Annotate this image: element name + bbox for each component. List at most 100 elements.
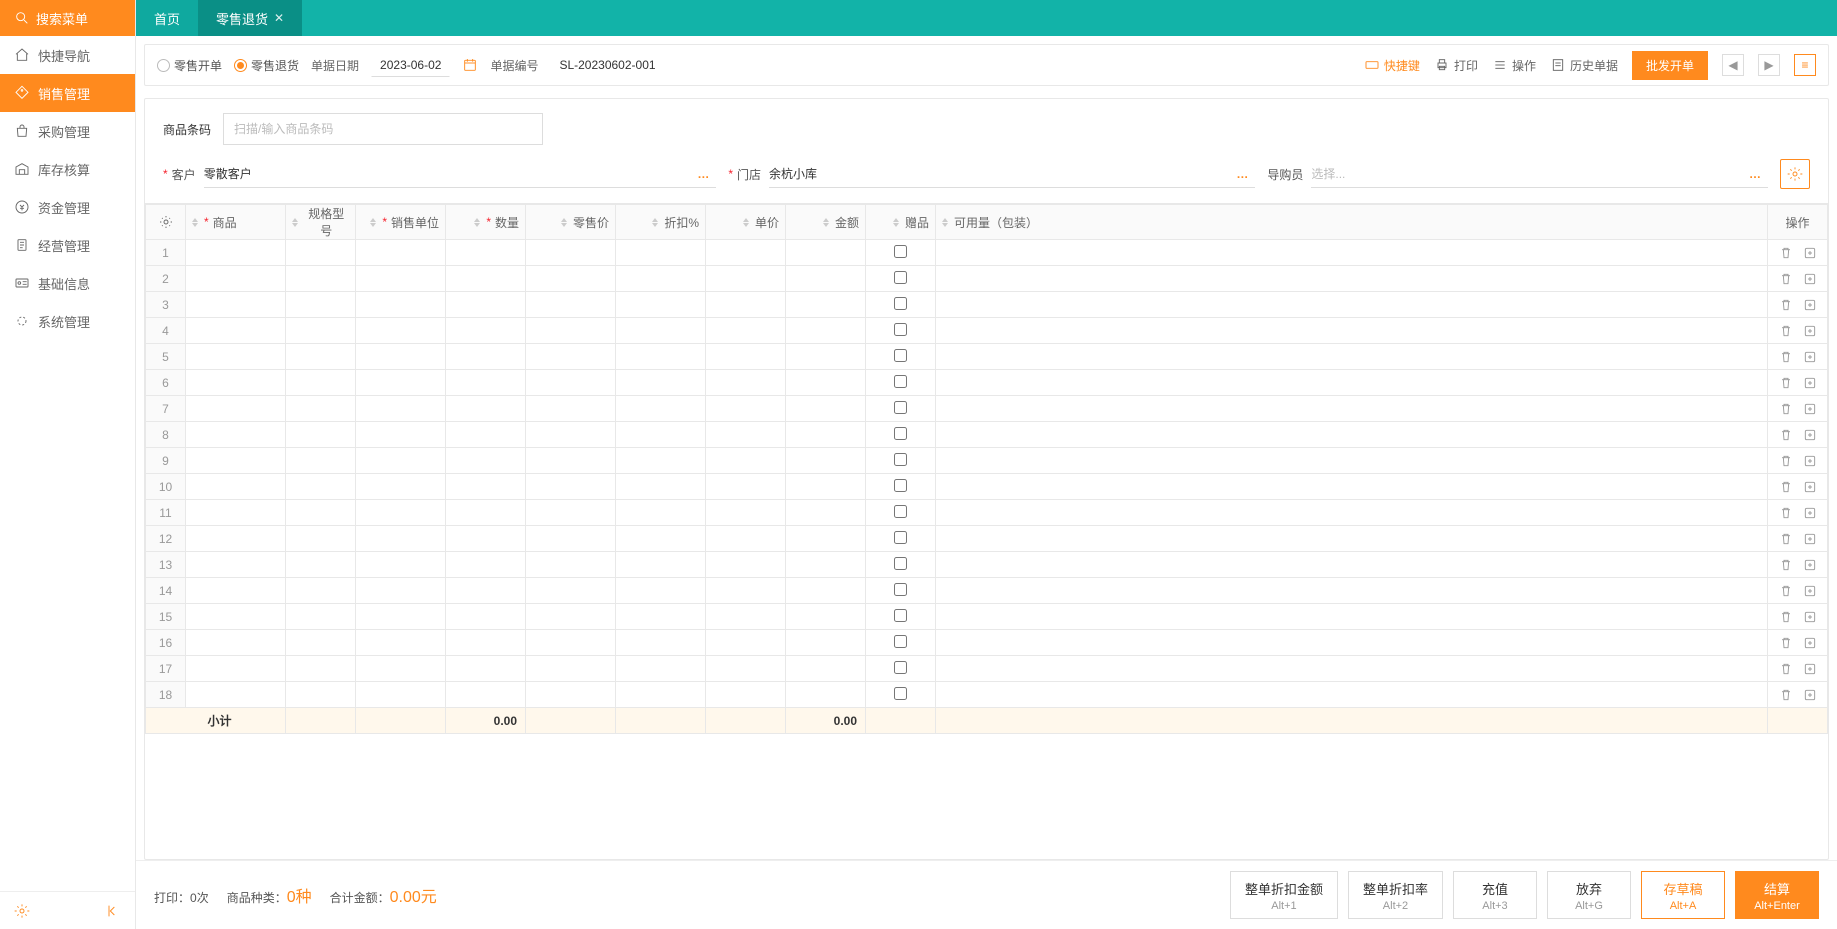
col-sale-unit[interactable]: *销售单位 xyxy=(356,205,446,240)
delete-row-icon[interactable] xyxy=(1778,505,1794,521)
link-shortcut[interactable]: 快捷键 xyxy=(1364,57,1420,74)
table-row[interactable]: 7 xyxy=(146,396,1828,422)
col-gift[interactable]: 赠品 xyxy=(866,205,936,240)
store-picker-icon[interactable]: … xyxy=(1236,167,1249,181)
delete-row-icon[interactable] xyxy=(1778,687,1794,703)
gift-checkbox[interactable] xyxy=(894,531,907,544)
col-avail[interactable]: 可用量（包装） xyxy=(936,205,1768,240)
col-discount[interactable]: 折扣% xyxy=(616,205,706,240)
table-row[interactable]: 18 xyxy=(146,682,1828,708)
sidebar-search[interactable]: 搜索菜单 xyxy=(0,0,135,36)
date-value[interactable]: 2023-06-02 xyxy=(371,53,450,77)
recharge-button[interactable]: 充值Alt+3 xyxy=(1453,871,1537,919)
add-row-icon[interactable] xyxy=(1802,245,1818,261)
add-row-icon[interactable] xyxy=(1802,271,1818,287)
table-row[interactable]: 11 xyxy=(146,500,1828,526)
gift-checkbox[interactable] xyxy=(894,349,907,362)
delete-row-icon[interactable] xyxy=(1778,531,1794,547)
table-row[interactable]: 13 xyxy=(146,552,1828,578)
col-retail-price[interactable]: 零售价 xyxy=(526,205,616,240)
table-row[interactable]: 16 xyxy=(146,630,1828,656)
delete-row-icon[interactable] xyxy=(1778,479,1794,495)
barcode-input[interactable] xyxy=(223,113,543,145)
col-product[interactable]: *商品 xyxy=(186,205,286,240)
gift-checkbox[interactable] xyxy=(894,479,907,492)
delete-row-icon[interactable] xyxy=(1778,375,1794,391)
sidebar-item-operation[interactable]: 经营管理 xyxy=(0,226,135,264)
calendar-icon[interactable] xyxy=(462,57,478,73)
add-row-icon[interactable] xyxy=(1802,687,1818,703)
radio-retail-return[interactable]: 零售退货 xyxy=(234,57,299,74)
col-unit-price[interactable]: 单价 xyxy=(706,205,786,240)
gift-checkbox[interactable] xyxy=(894,427,907,440)
delete-row-icon[interactable] xyxy=(1778,453,1794,469)
delete-row-icon[interactable] xyxy=(1778,323,1794,339)
add-row-icon[interactable] xyxy=(1802,661,1818,677)
discount-rate-button[interactable]: 整单折扣率Alt+2 xyxy=(1348,871,1443,919)
sidebar-item-purchase[interactable]: 采购管理 xyxy=(0,112,135,150)
table-row[interactable]: 4 xyxy=(146,318,1828,344)
gift-checkbox[interactable] xyxy=(894,687,907,700)
gift-checkbox[interactable] xyxy=(894,609,907,622)
table-row[interactable]: 10 xyxy=(146,474,1828,500)
delete-row-icon[interactable] xyxy=(1778,557,1794,573)
gift-checkbox[interactable] xyxy=(894,557,907,570)
col-qty[interactable]: *数量 xyxy=(446,205,526,240)
add-row-icon[interactable] xyxy=(1802,531,1818,547)
add-row-icon[interactable] xyxy=(1802,557,1818,573)
col-amount[interactable]: 金额 xyxy=(786,205,866,240)
add-row-icon[interactable] xyxy=(1802,349,1818,365)
link-operate[interactable]: 操作 xyxy=(1492,57,1536,74)
col-gear[interactable] xyxy=(146,205,186,240)
table-row[interactable]: 8 xyxy=(146,422,1828,448)
delete-row-icon[interactable] xyxy=(1778,297,1794,313)
gift-checkbox[interactable] xyxy=(894,635,907,648)
sidebar-item-sales[interactable]: 销售管理 xyxy=(0,74,135,112)
table-row[interactable]: 12 xyxy=(146,526,1828,552)
add-row-icon[interactable] xyxy=(1802,323,1818,339)
link-print[interactable]: 打印 xyxy=(1434,57,1478,74)
save-draft-button[interactable]: 存草稿Alt+A xyxy=(1641,871,1725,919)
store-value[interactable]: 余杭小库 xyxy=(769,160,1255,188)
gift-checkbox[interactable] xyxy=(894,505,907,518)
add-row-icon[interactable] xyxy=(1802,583,1818,599)
add-row-icon[interactable] xyxy=(1802,375,1818,391)
salesperson-value[interactable]: 选择... xyxy=(1311,160,1768,188)
grid-wrap[interactable]: *商品 规格型号 *销售单位 *数量 零售价 折扣% 单价 金额 赠品 可用量（… xyxy=(145,203,1828,859)
delete-row-icon[interactable] xyxy=(1778,349,1794,365)
gift-checkbox[interactable] xyxy=(894,453,907,466)
table-row[interactable]: 1 xyxy=(146,240,1828,266)
add-row-icon[interactable] xyxy=(1802,609,1818,625)
prev-doc-button[interactable]: ◀ xyxy=(1722,54,1744,76)
delete-row-icon[interactable] xyxy=(1778,271,1794,287)
gear-icon[interactable] xyxy=(14,903,30,919)
link-history[interactable]: 历史单据 xyxy=(1550,57,1618,74)
delete-row-icon[interactable] xyxy=(1778,401,1794,417)
tab-retail-return[interactable]: 零售退货 ✕ xyxy=(198,0,302,36)
gift-checkbox[interactable] xyxy=(894,245,907,258)
gift-checkbox[interactable] xyxy=(894,323,907,336)
sidebar-item-quicknav[interactable]: 快捷导航 xyxy=(0,36,135,74)
collapse-icon[interactable] xyxy=(105,903,121,919)
table-row[interactable]: 9 xyxy=(146,448,1828,474)
gift-checkbox[interactable] xyxy=(894,375,907,388)
more-button[interactable]: ≡ xyxy=(1794,54,1816,76)
add-row-icon[interactable] xyxy=(1802,505,1818,521)
abandon-button[interactable]: 放弃Alt+G xyxy=(1547,871,1631,919)
add-row-icon[interactable] xyxy=(1802,401,1818,417)
delete-row-icon[interactable] xyxy=(1778,635,1794,651)
table-row[interactable]: 5 xyxy=(146,344,1828,370)
sidebar-item-system[interactable]: 系统管理 xyxy=(0,302,135,340)
table-row[interactable]: 17 xyxy=(146,656,1828,682)
close-icon[interactable]: ✕ xyxy=(274,11,284,25)
gift-checkbox[interactable] xyxy=(894,297,907,310)
radio-retail-create[interactable]: 零售开单 xyxy=(157,57,222,74)
add-row-icon[interactable] xyxy=(1802,427,1818,443)
delete-row-icon[interactable] xyxy=(1778,583,1794,599)
bulk-order-button[interactable]: 批发开单 xyxy=(1632,51,1708,80)
add-row-icon[interactable] xyxy=(1802,453,1818,469)
delete-row-icon[interactable] xyxy=(1778,427,1794,443)
customer-value[interactable]: 零散客户 xyxy=(204,160,717,188)
table-row[interactable]: 15 xyxy=(146,604,1828,630)
add-row-icon[interactable] xyxy=(1802,635,1818,651)
